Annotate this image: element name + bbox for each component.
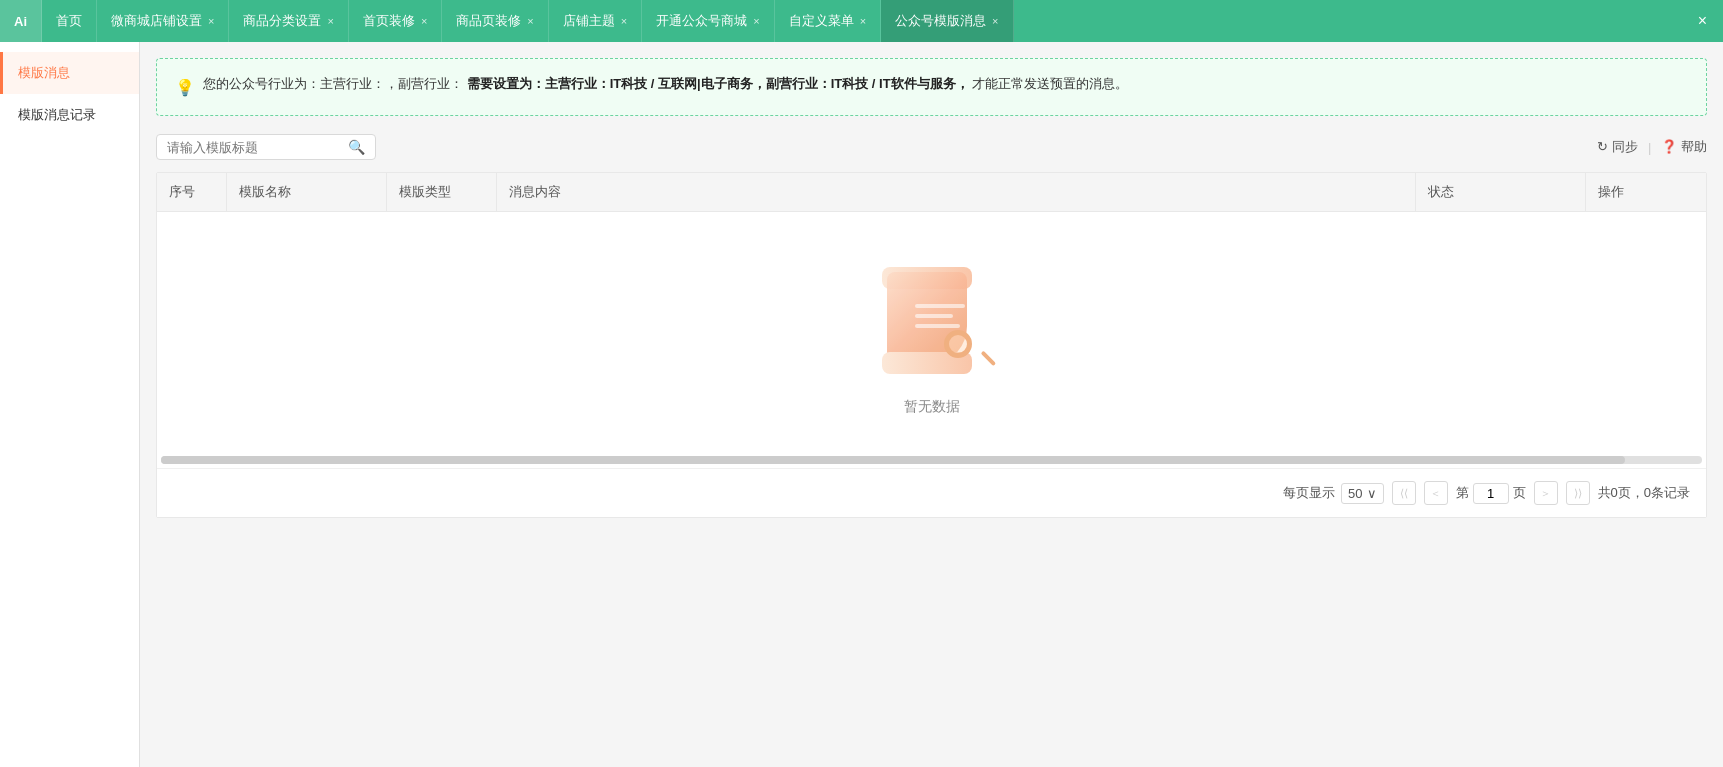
nav-tab-close-product-decor[interactable]: × [527, 15, 533, 27]
sidebar: 模版消息模版消息记录 [0, 42, 140, 767]
nav-tab-home-decor[interactable]: 首页装修 × [349, 0, 442, 42]
nav-tab-shop-settings[interactable]: 微商城店铺设置 × [97, 0, 229, 42]
nav-tab-label: 开通公众号商城 [656, 12, 747, 30]
nav-tab-close-open-mall[interactable]: × [753, 15, 759, 27]
nav-tab-close-custom-menu[interactable]: × [860, 15, 866, 27]
nav-tab-label: 商品分类设置 [243, 12, 321, 30]
page-input-wrap: 第 页 [1456, 483, 1526, 504]
nav-tab-product-decor[interactable]: 商品页装修 × [442, 0, 548, 42]
col-name: 模版名称 [227, 173, 387, 211]
bulb-icon: 💡 [175, 74, 195, 101]
logo-text: Ai [14, 14, 27, 29]
total-label: 共0页，0条记录 [1598, 484, 1690, 502]
nav-logo[interactable]: Ai [0, 0, 42, 42]
nav-tab-custom-menu[interactable]: 自定义菜单 × [775, 0, 881, 42]
nav-tab-label: 自定义菜单 [789, 12, 854, 30]
nav-tab-shop-theme[interactable]: 店铺主题 × [549, 0, 642, 42]
pagination: 每页显示 50 ∨ ⟨⟨ ＜ 第 页 ＞ ⟩⟩ 共0页，0条记录 [157, 468, 1706, 517]
window-close-button[interactable]: × [1682, 0, 1723, 42]
nav-tab-close-shop-theme[interactable]: × [621, 15, 627, 27]
help-icon: ❓ [1661, 139, 1677, 154]
search-input-wrap[interactable]: 🔍 [156, 134, 376, 160]
col-index: 序号 [157, 173, 227, 211]
toolbar-right: ↻ 同步 | ❓ 帮助 [1597, 138, 1707, 156]
main-layout: 模版消息模版消息记录 💡 您的公众号行业为：主营行业：，副营行业： 需要设置为：… [0, 42, 1723, 767]
notice-text: 您的公众号行业为：主营行业：，副营行业： 需要设置为：主营行业：IT科技 / 互… [203, 73, 1128, 95]
per-page-label: 每页显示 [1283, 484, 1335, 502]
nav-tab-label: 首页 [56, 12, 82, 30]
last-page-button[interactable]: ⟩⟩ [1566, 481, 1590, 505]
top-nav: Ai 首页微商城店铺设置×商品分类设置×首页装修×商品页装修×店铺主题×开通公众… [0, 0, 1723, 42]
nav-tab-label: 首页装修 [363, 12, 415, 30]
nav-tab-label: 公众号模版消息 [895, 12, 986, 30]
nav-tab-label: 商品页装修 [456, 12, 521, 30]
per-page-select[interactable]: 50 ∨ [1341, 483, 1383, 504]
nav-tab-label: 店铺主题 [563, 12, 615, 30]
content-area: 💡 您的公众号行业为：主营行业：，副营行业： 需要设置为：主营行业：IT科技 /… [140, 42, 1723, 767]
search-icon[interactable]: 🔍 [348, 139, 365, 155]
nav-tab-close-shop-settings[interactable]: × [208, 15, 214, 27]
col-status: 状态 [1416, 173, 1586, 211]
scrollbar-thumb[interactable] [161, 456, 1625, 464]
page-prefix-label: 第 [1456, 484, 1469, 502]
chevron-down-icon: ∨ [1367, 486, 1377, 501]
page-suffix-label: 页 [1513, 484, 1526, 502]
notice-box: 💡 您的公众号行业为：主营行业：，副营行业： 需要设置为：主营行业：IT科技 /… [156, 58, 1707, 116]
search-input[interactable] [167, 140, 342, 155]
nav-tab-home[interactable]: 首页 [42, 0, 97, 42]
empty-state: 暂无数据 [157, 212, 1706, 456]
next-page-button[interactable]: ＞ [1534, 481, 1558, 505]
search-row: 🔍 ↻ 同步 | ❓ 帮助 [156, 134, 1707, 160]
empty-illustration [872, 262, 992, 382]
sync-button[interactable]: ↻ 同步 [1597, 138, 1638, 156]
nav-tab-template-msg[interactable]: 公众号模版消息 × [881, 0, 1013, 42]
horizontal-scrollbar[interactable] [161, 456, 1702, 464]
help-button[interactable]: ❓ 帮助 [1661, 138, 1707, 156]
sync-icon: ↻ [1597, 139, 1608, 154]
col-type: 模版类型 [387, 173, 497, 211]
nav-tab-open-mall[interactable]: 开通公众号商城 × [642, 0, 774, 42]
nav-tab-close-home-decor[interactable]: × [421, 15, 427, 27]
per-page-select-wrap: 每页显示 50 ∨ [1283, 483, 1383, 504]
sidebar-item-template-msg[interactable]: 模版消息 [0, 52, 139, 94]
col-content: 消息内容 [497, 173, 1416, 211]
col-action: 操作 [1586, 173, 1706, 211]
prev-page-button[interactable]: ＜ [1424, 481, 1448, 505]
first-page-button[interactable]: ⟨⟨ [1392, 481, 1416, 505]
nav-tab-close-template-msg[interactable]: × [992, 15, 998, 27]
empty-text: 暂无数据 [904, 398, 960, 416]
nav-tab-close-category-settings[interactable]: × [327, 15, 333, 27]
nav-tab-category-settings[interactable]: 商品分类设置 × [229, 0, 348, 42]
sidebar-item-template-msg-log[interactable]: 模版消息记录 [0, 94, 139, 136]
page-number-input[interactable] [1473, 483, 1509, 504]
nav-tab-label: 微商城店铺设置 [111, 12, 202, 30]
table-header: 序号 模版名称 模版类型 消息内容 状态 操作 [157, 173, 1706, 212]
data-table: 序号 模版名称 模版类型 消息内容 状态 操作 [156, 172, 1707, 518]
divider: | [1648, 140, 1651, 155]
